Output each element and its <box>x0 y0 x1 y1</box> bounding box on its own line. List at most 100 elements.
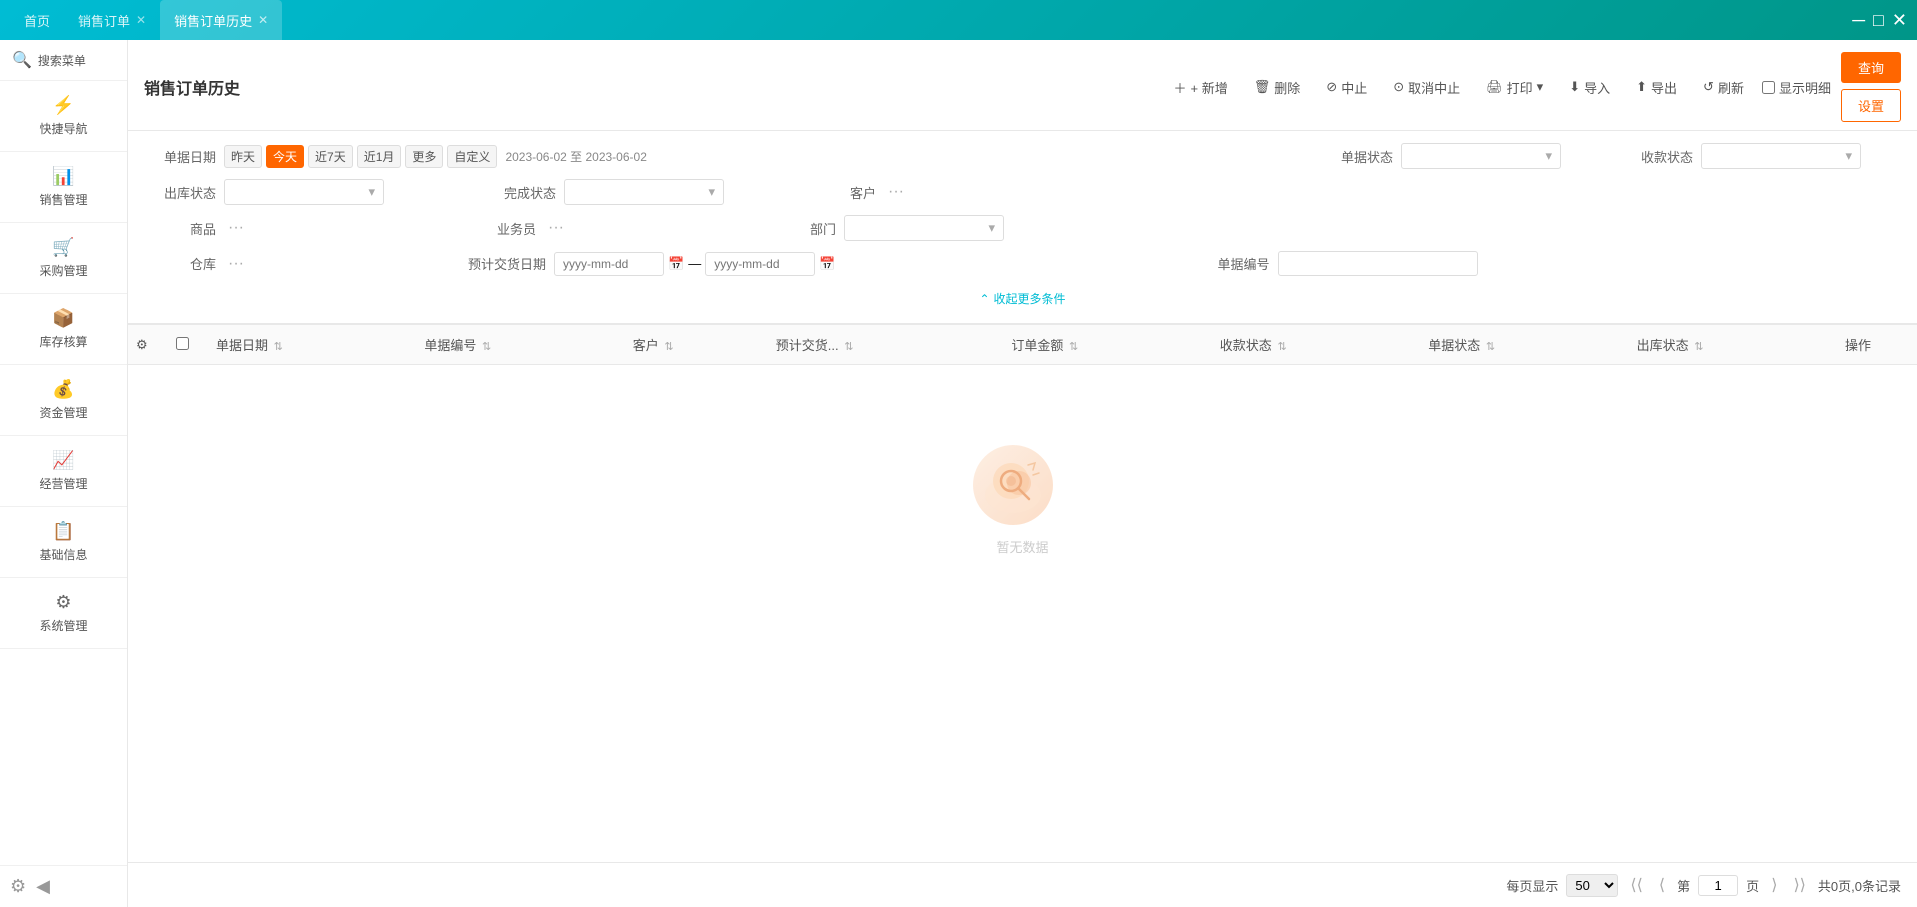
sidebar-item-purchase-mgmt[interactable]: 🛒 采购管理 <box>0 223 127 294</box>
tab-sales-order-history[interactable]: 销售订单历史 ✕ <box>160 0 282 40</box>
sidebar-item-inventory-label: 库存核算 <box>39 333 87 350</box>
tab-sales-order-history-close[interactable]: ✕ <box>258 13 268 27</box>
sidebar-item-sales-mgmt-label: 销售管理 <box>39 191 87 208</box>
th-out-status-sort-icon[interactable]: ⇅ <box>1694 341 1703 353</box>
sidebar-item-system-mgmt[interactable]: ⚙ 系统管理 <box>0 578 127 649</box>
receipt-status-select[interactable]: ▾ <box>1701 143 1861 169</box>
sidebar-item-quick-nav[interactable]: ⚡ 快捷导航 <box>0 81 127 152</box>
th-expected-date: 预计交货... ⇅ <box>768 325 1004 365</box>
complete-status-select[interactable]: ▾ <box>564 179 724 205</box>
page-number-input[interactable] <box>1698 875 1738 896</box>
date-btn-custom[interactable]: 自定义 <box>447 145 497 168</box>
out-status-label: 出库状态 <box>144 183 224 202</box>
th-customer: 客户 ⇅ <box>625 325 768 365</box>
sidebar-item-finance[interactable]: 💰 资金管理 <box>0 365 127 436</box>
empty-illustration <box>973 445 1053 525</box>
salesperson-dots-button[interactable]: ··· <box>548 219 564 237</box>
complete-status-chevron-icon: ▾ <box>708 184 715 200</box>
expected-date-from[interactable] <box>554 252 664 276</box>
out-status-control: ▾ <box>224 179 444 205</box>
setting-button[interactable]: 设置 <box>1841 89 1901 122</box>
filter-area: 单据日期 昨天 今天 近7天 近1月 更多 自定义 2023-06-02 至 2… <box>128 131 1917 324</box>
tab-sales-order-close[interactable]: ✕ <box>136 13 146 27</box>
th-number-sort-icon[interactable]: ⇅ <box>482 341 491 353</box>
date-btn-yesterday[interactable]: 昨天 <box>224 145 262 168</box>
prev-page-button[interactable]: ⟨ <box>1655 873 1669 897</box>
th-amount: 订单金额 ⇅ <box>1003 325 1211 365</box>
bill-status-select[interactable]: ▾ <box>1401 143 1561 169</box>
print-icon: 🖨 <box>1486 79 1503 95</box>
new-button[interactable]: ＋ + 新增 <box>1166 74 1236 101</box>
sidebar-collapse-icon[interactable]: ◀ <box>36 876 50 897</box>
maximize-icon[interactable]: □ <box>1873 10 1884 31</box>
sidebar-item-basic-info[interactable]: 📋 基础信息 <box>0 507 127 578</box>
filter-row-2: 出库状态 ▾ 完成状态 ▾ 客户 ··· <box>144 179 1901 205</box>
th-amount-label: 订单金额 <box>1011 338 1063 353</box>
th-date: 单据日期 ⇅ <box>208 325 416 365</box>
table-settings-icon[interactable]: ⚙ <box>136 337 148 352</box>
salesperson-control: ··· <box>544 219 744 237</box>
top-bar: 首页 销售订单 ✕ 销售订单历史 ✕ ─ □ ✕ <box>0 0 1917 40</box>
show-detail-checkbox[interactable] <box>1762 81 1775 94</box>
select-all-checkbox[interactable] <box>176 337 189 350</box>
th-settings: ⚙ <box>128 325 168 365</box>
tab-sales-order[interactable]: 销售订单 ✕ <box>64 0 160 40</box>
th-amount-sort-icon[interactable]: ⇅ <box>1069 341 1078 353</box>
stop-icon: ⊘ <box>1326 79 1337 95</box>
query-button[interactable]: 查询 <box>1841 52 1901 83</box>
th-date-sort-icon[interactable]: ⇅ <box>274 341 283 353</box>
receipt-status-chevron-icon: ▾ <box>1845 148 1852 164</box>
cancel-stop-button[interactable]: ⊙ 取消中止 <box>1385 74 1468 101</box>
main-layout: 🔍 搜索菜单 ⚡ 快捷导航 📊 销售管理 🛒 采购管理 📦 库存核算 💰 资金管… <box>0 40 1917 907</box>
bill-status-label: 单据状态 <box>1321 147 1401 166</box>
last-page-button[interactable]: ⟩⟩ <box>1789 873 1809 897</box>
date-btn-1month[interactable]: 近1月 <box>357 145 402 168</box>
import-button[interactable]: ⬇ 导入 <box>1561 74 1618 101</box>
date-btn-7days[interactable]: 近7天 <box>308 145 353 168</box>
sidebar-item-inventory[interactable]: 📦 库存核算 <box>0 294 127 365</box>
empty-icon <box>973 445 1073 525</box>
print-button[interactable]: 🖨 打印 ▾ <box>1478 74 1551 101</box>
date-btn-more[interactable]: 更多 <box>405 145 443 168</box>
th-bill-status-sort-icon[interactable]: ⇅ <box>1486 341 1495 353</box>
page-size-select[interactable]: 10 20 50 100 <box>1566 874 1618 897</box>
sidebar-item-operations-label: 经营管理 <box>39 475 87 492</box>
sidebar-search[interactable]: 🔍 搜索菜单 <box>0 40 127 81</box>
minimize-icon[interactable]: ─ <box>1852 10 1865 31</box>
basic-info-icon: 📋 <box>52 521 74 542</box>
th-receipt-status-sort-icon[interactable]: ⇅ <box>1277 341 1286 353</box>
receipt-status-label: 收款状态 <box>1621 147 1701 166</box>
empty-state: 暂无数据 <box>128 365 1917 636</box>
department-select[interactable]: ▾ <box>844 215 1004 241</box>
sidebar-item-basic-info-label: 基础信息 <box>39 546 87 563</box>
refresh-button[interactable]: ↺ 刷新 <box>1695 74 1752 101</box>
date-btn-today[interactable]: 今天 <box>266 145 304 168</box>
system-mgmt-icon: ⚙ <box>55 592 71 613</box>
sidebar-item-sales-mgmt[interactable]: 📊 销售管理 <box>0 152 127 223</box>
date-range-text: 2023-06-02 至 2023-06-02 <box>505 148 646 165</box>
close-window-icon[interactable]: ✕ <box>1892 10 1907 31</box>
out-status-select[interactable]: ▾ <box>224 179 384 205</box>
sidebar-settings-icon[interactable]: ⚙ <box>10 876 26 897</box>
goods-dots-button[interactable]: ··· <box>228 219 244 237</box>
delete-button[interactable]: 🗑 删除 <box>1246 74 1309 101</box>
tab-home[interactable]: 首页 <box>10 0 64 40</box>
warehouse-dots-button[interactable]: ··· <box>228 255 244 273</box>
collapse-row[interactable]: ⌃ 收起更多条件 <box>144 286 1901 311</box>
bill-number-input[interactable] <box>1278 251 1478 276</box>
th-customer-sort-icon[interactable]: ⇅ <box>664 341 673 353</box>
import-icon: ⬇ <box>1569 79 1580 95</box>
first-page-button[interactable]: ⟨⟨ <box>1626 873 1646 897</box>
stop-button[interactable]: ⊘ 中止 <box>1318 74 1375 101</box>
expected-date-to[interactable] <box>705 252 815 276</box>
th-expected-date-sort-icon[interactable]: ⇅ <box>844 341 853 353</box>
next-page-button[interactable]: ⟩ <box>1767 873 1781 897</box>
sidebar-item-system-mgmt-label: 系统管理 <box>39 617 87 634</box>
th-out-status-label: 出库状态 <box>1637 338 1689 353</box>
date-separator: — <box>688 256 701 271</box>
export-button[interactable]: ⬆ 导出 <box>1628 74 1685 101</box>
pagination-bar: 每页显示 10 20 50 100 ⟨⟨ ⟨ 第 页 ⟩ ⟩⟩ 共0页,0条记录 <box>128 862 1917 907</box>
sidebar-item-operations[interactable]: 📈 经营管理 <box>0 436 127 507</box>
customer-dots-button[interactable]: ··· <box>888 183 904 201</box>
th-checkbox <box>168 325 208 365</box>
